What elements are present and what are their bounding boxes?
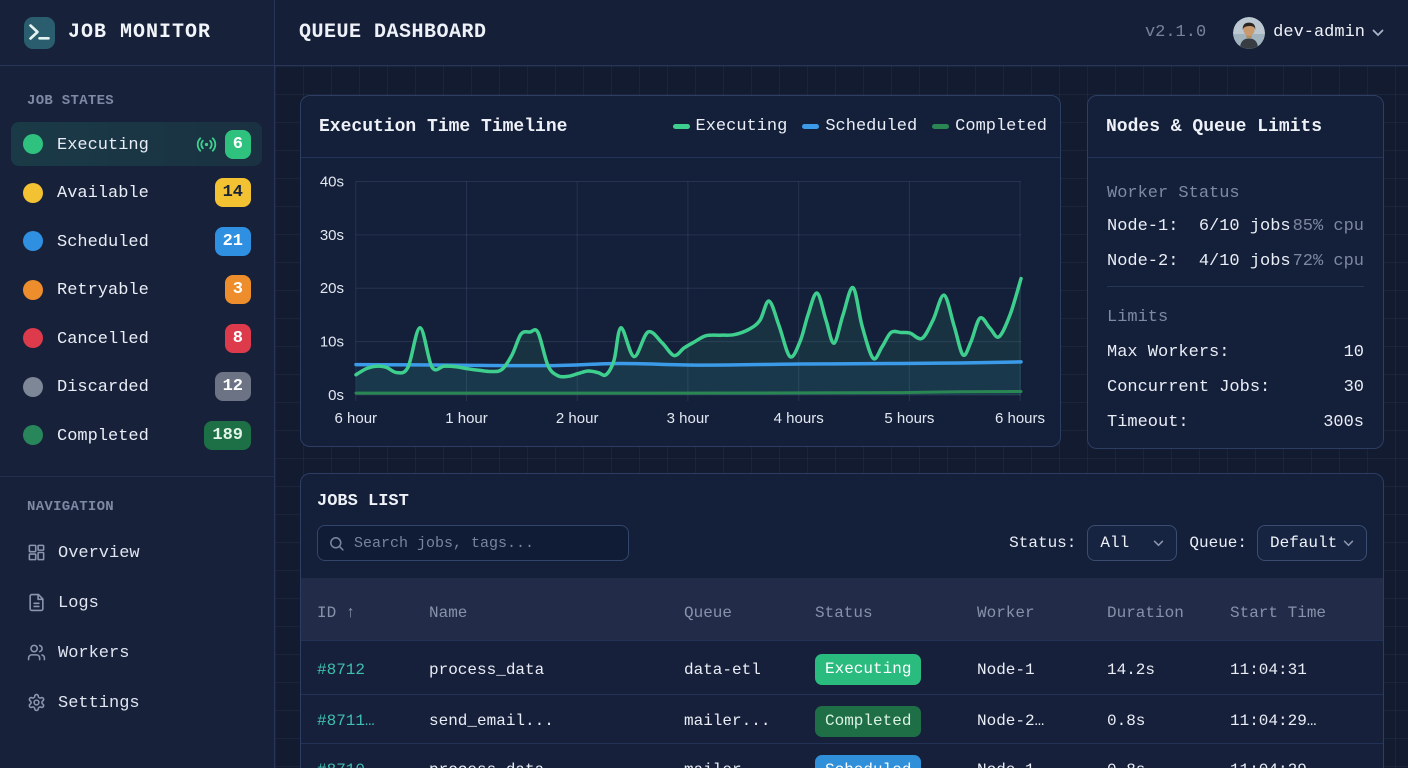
svg-text:10s: 10s	[320, 334, 344, 351]
svg-text:20s: 20s	[320, 280, 344, 297]
svg-text:40s: 40s	[320, 174, 344, 191]
svg-text:1 hour: 1 hour	[445, 410, 488, 427]
svg-text:0s: 0s	[328, 387, 344, 404]
svg-text:2 hour: 2 hour	[556, 410, 599, 427]
svg-text:30s: 30s	[320, 227, 344, 244]
svg-text:6 hours: 6 hours	[995, 410, 1045, 427]
svg-text:3 hour: 3 hour	[667, 410, 710, 427]
svg-text:6 hour: 6 hour	[335, 410, 378, 427]
svg-text:4 hours: 4 hours	[774, 410, 824, 427]
svg-text:5 hours: 5 hours	[884, 410, 934, 427]
